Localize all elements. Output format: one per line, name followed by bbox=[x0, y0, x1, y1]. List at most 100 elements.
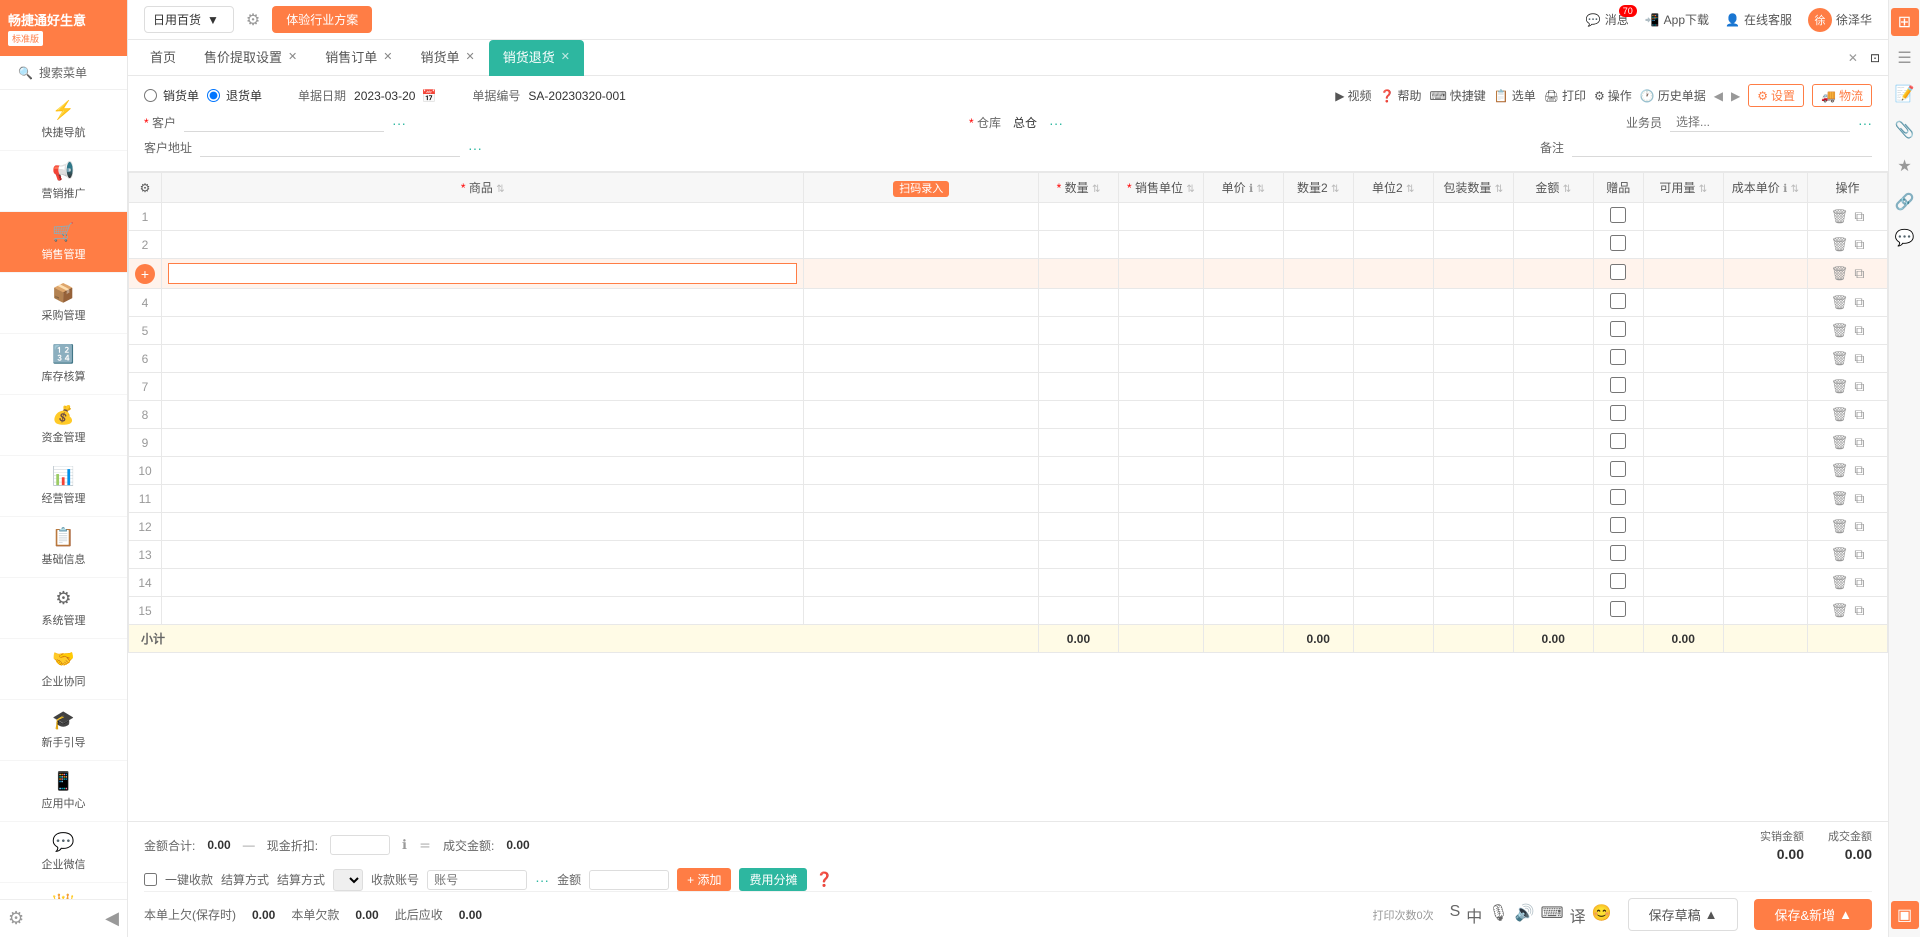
delete-icon[interactable]: 🗑 bbox=[1831, 546, 1849, 563]
right-sidebar-chat[interactable]: 💬 bbox=[1891, 224, 1919, 252]
industry-select[interactable]: 日用百货 ▼ bbox=[144, 6, 234, 33]
account-dots[interactable]: ··· bbox=[535, 872, 549, 888]
gift-checkbox[interactable] bbox=[1610, 235, 1626, 251]
payment-amount-input[interactable] bbox=[589, 870, 669, 890]
radio-return-input[interactable] bbox=[207, 89, 220, 102]
sidebar-item-member[interactable]: 👑 畅会员 bbox=[0, 883, 127, 899]
settings-btn[interactable]: ⚙ 设置 bbox=[1748, 84, 1804, 107]
avail-cell[interactable] bbox=[1643, 259, 1723, 289]
gift-checkbox[interactable] bbox=[1610, 207, 1626, 223]
sidebar-item-app-center[interactable]: 📱 应用中心 bbox=[0, 761, 127, 822]
account-input[interactable] bbox=[427, 870, 527, 890]
sidebar-item-sys-mgmt[interactable]: ⚙ 系统管理 bbox=[0, 578, 127, 639]
right-sidebar-link[interactable]: 🔗 bbox=[1891, 188, 1919, 216]
right-sidebar-star[interactable]: ★ bbox=[1891, 152, 1919, 180]
salesperson-dots[interactable]: ··· bbox=[1858, 115, 1872, 131]
unit-cell[interactable] bbox=[1118, 231, 1203, 259]
th-scan[interactable]: 扫码录入 bbox=[804, 173, 1039, 203]
nav-next[interactable]: ▶ bbox=[1731, 89, 1740, 103]
tab-sales-delivery[interactable]: 销货单 ✕ bbox=[406, 40, 488, 76]
collapse-icon[interactable]: ◀ bbox=[105, 908, 119, 929]
qty2-cell[interactable] bbox=[1283, 259, 1353, 289]
product-input-cell[interactable] bbox=[162, 259, 804, 289]
search-menu[interactable]: 🔍 搜索菜单 bbox=[0, 56, 127, 90]
avail-cell[interactable] bbox=[1643, 203, 1723, 231]
sidebar-item-basic-info[interactable]: 📋 基础信息 bbox=[0, 517, 127, 578]
gift-checkbox[interactable] bbox=[1610, 573, 1626, 589]
sort-cost-icon[interactable]: ⇅ bbox=[1791, 184, 1799, 195]
translate-icon[interactable]: 译 bbox=[1570, 903, 1586, 927]
copy-icon[interactable]: ⧉ bbox=[1854, 602, 1864, 619]
delete-icon[interactable]: 🗑 bbox=[1831, 378, 1849, 395]
copy-icon[interactable]: ⧉ bbox=[1854, 462, 1864, 479]
emoji-icon[interactable]: 😊 bbox=[1592, 903, 1612, 927]
settings-topbar-icon[interactable]: ⚙ bbox=[246, 10, 260, 30]
addr-input[interactable] bbox=[200, 138, 460, 157]
online-service-btn[interactable]: 👤 在线客服 bbox=[1725, 11, 1792, 28]
pkg-cell[interactable] bbox=[1433, 259, 1513, 289]
sidebar-item-quick-nav[interactable]: ⚡ 快捷导航 bbox=[0, 90, 127, 151]
operate-btn[interactable]: ⚙ 操作 bbox=[1594, 87, 1632, 104]
gift-checkbox[interactable] bbox=[1610, 377, 1626, 393]
avail-cell[interactable] bbox=[1643, 231, 1723, 259]
tab-price-extract-close[interactable]: ✕ bbox=[288, 50, 297, 63]
copy-icon[interactable]: ⧉ bbox=[1854, 208, 1864, 225]
pkg-cell[interactable] bbox=[1433, 203, 1513, 231]
sidebar-item-enterprise[interactable]: 🤝 企业协同 bbox=[0, 639, 127, 700]
gift-checkbox[interactable] bbox=[1610, 489, 1626, 505]
gift-cell[interactable] bbox=[1593, 203, 1643, 231]
video-btn[interactable]: ▶ 视频 bbox=[1335, 87, 1371, 104]
customer-dots[interactable]: ··· bbox=[392, 115, 406, 131]
delete-icon[interactable]: 🗑 bbox=[1831, 574, 1849, 591]
gift-checkbox[interactable] bbox=[1610, 517, 1626, 533]
copy-icon[interactable]: ⧉ bbox=[1854, 294, 1864, 311]
date-field[interactable]: 2023-03-20 📅 bbox=[354, 89, 436, 103]
info-icon-price[interactable]: ℹ bbox=[1249, 183, 1253, 195]
radio-return[interactable]: 退货单 bbox=[207, 87, 262, 104]
user-profile-btn[interactable]: 徐 徐泽华 bbox=[1808, 8, 1872, 32]
tab-sales-return[interactable]: 销货退货 ✕ bbox=[489, 40, 584, 76]
delete-icon[interactable]: 🗑 bbox=[1831, 518, 1849, 535]
add-btn[interactable]: + 添加 bbox=[677, 868, 731, 891]
sidebar-item-fund-mgmt[interactable]: 💰 资金管理 bbox=[0, 395, 127, 456]
delete-icon[interactable]: 🗑 bbox=[1831, 294, 1849, 311]
unit-cell[interactable] bbox=[1118, 203, 1203, 231]
sort-amt-icon[interactable]: ⇅ bbox=[1563, 184, 1571, 195]
delete-icon[interactable]: 🗑 bbox=[1831, 462, 1849, 479]
delete-icon[interactable]: 🗑 bbox=[1831, 265, 1849, 282]
sidebar-item-wechat[interactable]: 💬 企业微信 bbox=[0, 822, 127, 883]
sidebar-item-stock-calc[interactable]: 🔢 库存核算 bbox=[0, 334, 127, 395]
addr-dots[interactable]: ··· bbox=[468, 140, 482, 156]
delete-icon[interactable]: 🗑 bbox=[1831, 406, 1849, 423]
delete-icon[interactable]: 🗑 bbox=[1831, 434, 1849, 451]
gift-checkbox[interactable] bbox=[1610, 321, 1626, 337]
delete-icon[interactable]: 🗑 bbox=[1831, 490, 1849, 507]
keyboard-icon2[interactable]: ⌨ bbox=[1541, 903, 1564, 927]
copy-icon[interactable]: ⧉ bbox=[1854, 378, 1864, 395]
sort-unit2-icon[interactable]: ⇅ bbox=[1406, 184, 1414, 195]
gift-checkbox[interactable] bbox=[1610, 601, 1626, 617]
warehouse-dots[interactable]: ··· bbox=[1049, 115, 1063, 131]
mic-icon[interactable]: 🎙 bbox=[1488, 903, 1508, 927]
info-icon-discount[interactable]: ℹ bbox=[402, 837, 407, 853]
copy-icon[interactable]: ⧉ bbox=[1854, 546, 1864, 563]
sidebar-item-marketing[interactable]: 📢 营销推广 bbox=[0, 151, 127, 212]
help-btn[interactable]: ❓ 帮助 bbox=[1380, 87, 1422, 104]
sort-price-icon[interactable]: ⇅ bbox=[1256, 184, 1264, 195]
logistics-btn[interactable]: 🚚 物流 bbox=[1812, 84, 1872, 107]
cost-cell[interactable] bbox=[1723, 203, 1807, 231]
product-cell[interactable] bbox=[162, 231, 804, 259]
copy-icon[interactable]: ⧉ bbox=[1854, 350, 1864, 367]
shortcut-btn[interactable]: ⌨ 快捷键 bbox=[1429, 87, 1485, 104]
delete-icon[interactable]: 🗑 bbox=[1831, 236, 1849, 253]
save-draft-btn[interactable]: 保存草稿 ▲ bbox=[1628, 898, 1739, 931]
message-btn[interactable]: 💬 消息 70 bbox=[1586, 11, 1629, 28]
sidebar-item-guide[interactable]: 🎓 新手引导 bbox=[0, 700, 127, 761]
pkg-cell[interactable] bbox=[1433, 231, 1513, 259]
copy-icon[interactable]: ⧉ bbox=[1854, 574, 1864, 591]
sort-qty2-icon[interactable]: ⇅ bbox=[1331, 184, 1339, 195]
amt-cell[interactable] bbox=[1513, 231, 1593, 259]
delete-icon[interactable]: 🗑 bbox=[1831, 208, 1849, 225]
gift-cell[interactable] bbox=[1593, 231, 1643, 259]
product-cell[interactable] bbox=[162, 203, 804, 231]
